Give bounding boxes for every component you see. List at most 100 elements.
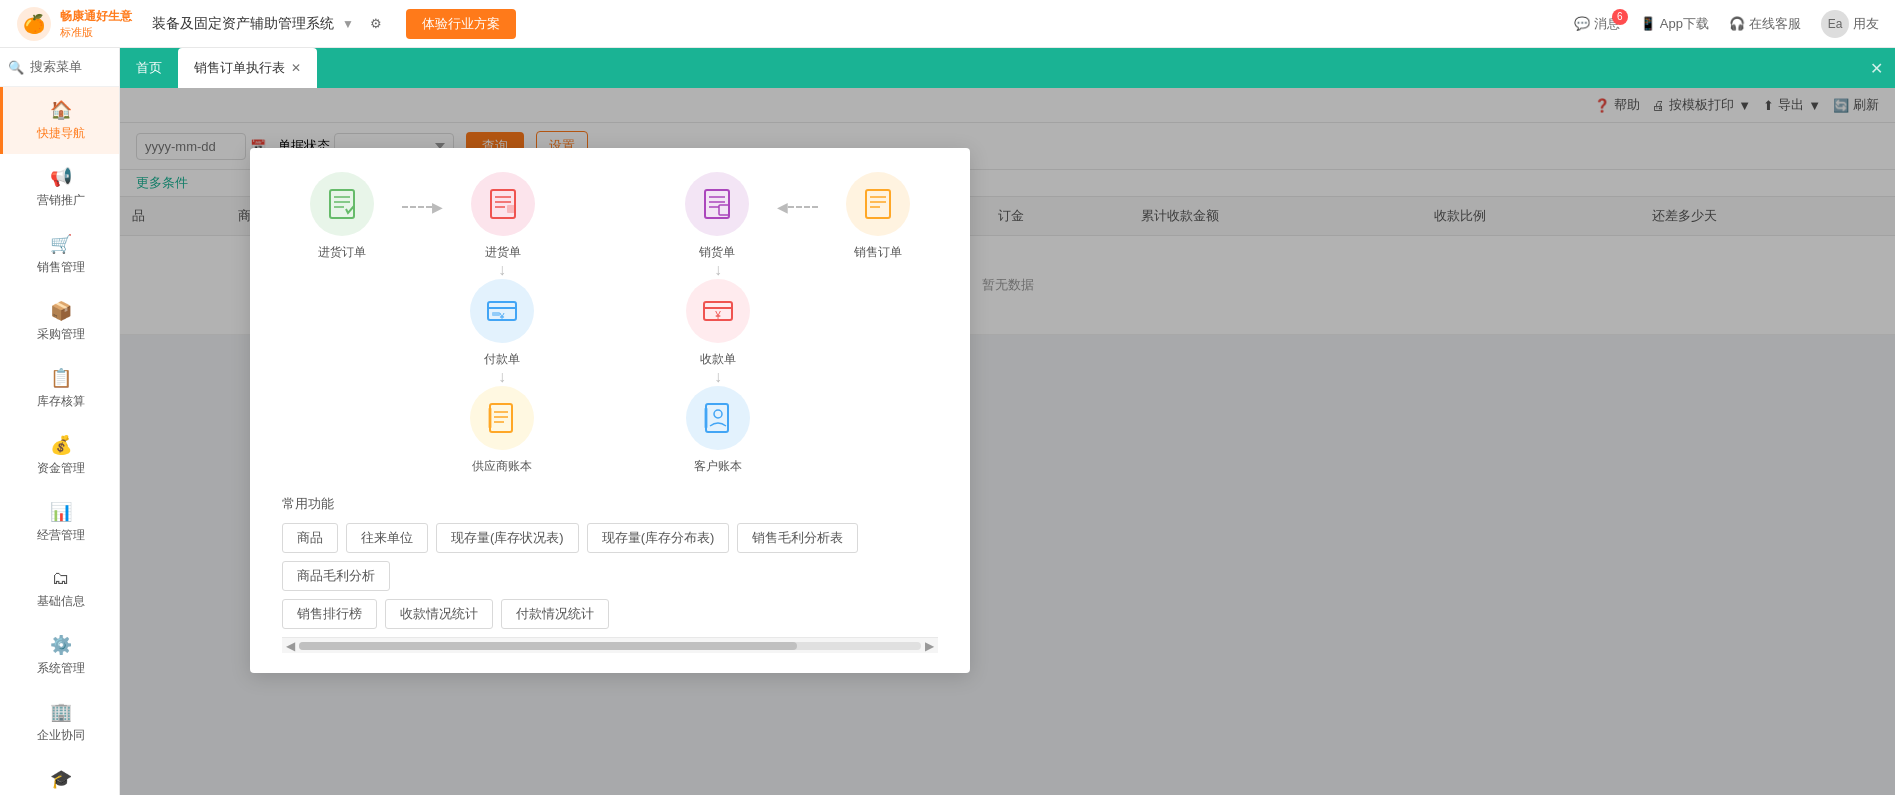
tab-home[interactable]: 首页 xyxy=(120,48,178,88)
purchase-bill-svg xyxy=(485,186,521,222)
search-icon: 🔍 xyxy=(8,60,24,75)
spacer-flex2 xyxy=(562,368,658,386)
sidebar-item-guide[interactable]: 🎓 新手引导 xyxy=(0,756,119,795)
modal-overlay[interactable]: 进货订单 ▶ xyxy=(120,88,1895,795)
flow-item-receipt[interactable]: ¥ 收款单 xyxy=(658,279,778,368)
svg-point-34 xyxy=(714,410,722,418)
spacer-e2 xyxy=(818,368,938,386)
func-btn-sales-profit[interactable]: 销售毛利分析表 xyxy=(737,523,858,553)
arrow-right-1: ▶ xyxy=(402,199,443,235)
purchase-icon: 📦 xyxy=(50,300,72,322)
payment-icon-circle: ¥ xyxy=(470,279,534,343)
tab-bar: 首页 销售订单执行表 ✕ ✕ xyxy=(120,48,1895,88)
purchase-order-svg xyxy=(324,186,360,222)
message-badge: 6 xyxy=(1612,9,1628,25)
sales-bill-label: 销货单 xyxy=(699,244,735,261)
sidebar-item-quick-nav[interactable]: 🏠 快捷导航 xyxy=(0,87,119,154)
sales-icon: 🛒 xyxy=(50,233,72,255)
spacer-r2 xyxy=(778,368,818,386)
avatar: Ea xyxy=(1821,10,1849,38)
spacer-flex xyxy=(562,261,658,279)
header-right: 💬 消息 6 📱 App下载 🎧 在线客服 Ea 用友 xyxy=(1574,10,1879,38)
content-area: 首页 销售订单执行表 ✕ ✕ ❓ 帮助 🖨 按模板打印 ▼ xyxy=(120,48,1895,795)
sidebar-item-system[interactable]: ⚙️ 系统管理 xyxy=(0,622,119,689)
marketing-icon: 📢 xyxy=(50,166,72,188)
sidebar-item-finance[interactable]: 💰 资金管理 xyxy=(0,422,119,489)
func-buttons-row-1: 商品 往来单位 现存量(库存状况表) 现存量(库存分布表) 销售毛利分析表 商品… xyxy=(282,523,938,591)
flow-item-supplier-ledger[interactable]: 供应商账本 xyxy=(442,386,562,475)
spacer-left xyxy=(282,261,402,279)
user-area[interactable]: Ea 用友 xyxy=(1821,10,1879,38)
quick-nav-icon: 🏠 xyxy=(50,99,72,121)
func-btn-receipt-stats[interactable]: 收款情况统计 xyxy=(385,599,493,629)
flow-item-purchase-bill[interactable]: 进货单 xyxy=(443,172,563,261)
message-button[interactable]: 💬 消息 6 xyxy=(1574,15,1620,33)
flow-item-sales-order[interactable]: 销售订单 xyxy=(818,172,938,261)
trial-button[interactable]: 体验行业方案 xyxy=(406,9,516,39)
system-name-text: 装备及固定资产辅助管理系统 xyxy=(152,15,334,33)
spacer-l2 xyxy=(282,368,402,386)
svg-rect-15 xyxy=(719,205,729,215)
sidebar-item-label: 资金管理 xyxy=(37,460,85,477)
logo-icon: 🍊 xyxy=(16,6,52,42)
func-buttons-row-2: 销售排行榜 收款情况统计 付款情况统计 xyxy=(282,599,938,629)
sidebar-item-label: 经营管理 xyxy=(37,527,85,544)
modal-scrollbar[interactable]: ◀ ▶ xyxy=(282,637,938,653)
func-btn-product-profit[interactable]: 商品毛利分析 xyxy=(282,561,390,591)
sidebar-item-marketing[interactable]: 📢 营销推广 xyxy=(0,154,119,221)
flow-row-3: 供应商账本 xyxy=(282,386,938,475)
scroll-track[interactable] xyxy=(299,642,921,650)
flow-item-purchase-order[interactable]: 进货订单 xyxy=(282,172,402,261)
sidebar-item-purchase[interactable]: 📦 采购管理 xyxy=(0,288,119,355)
arrow-down-sales: ↓ xyxy=(658,261,778,279)
sidebar-item-basic-info[interactable]: 🗂 基础信息 xyxy=(0,556,119,622)
spacer-right xyxy=(778,261,818,279)
purchase-bill-label: 进货单 xyxy=(485,244,521,261)
svg-text:🍊: 🍊 xyxy=(23,13,46,35)
scroll-thumb xyxy=(299,642,797,650)
func-btn-product[interactable]: 商品 xyxy=(282,523,338,553)
scroll-right-arrow[interactable]: ▶ xyxy=(925,639,934,653)
scroll-left-arrow[interactable]: ◀ xyxy=(286,639,295,653)
flow-row-1: 进货订单 ▶ xyxy=(282,172,938,261)
purchase-bill-icon-circle xyxy=(471,172,535,236)
system-icon: ⚙️ xyxy=(50,634,72,656)
svg-text:¥: ¥ xyxy=(498,311,505,321)
flow-item-customer-ledger[interactable]: 客户账本 xyxy=(658,386,778,475)
tab-close-icon[interactable]: ✕ xyxy=(291,61,301,75)
modal-box: 进货订单 ▶ xyxy=(250,148,970,673)
sales-order-label: 销售订单 xyxy=(854,244,902,261)
func-btn-partner[interactable]: 往来单位 xyxy=(346,523,428,553)
logo-area: 🍊 畅康通好生意 标准版 xyxy=(16,6,136,42)
sidebar-item-enterprise[interactable]: 🏢 企业协同 xyxy=(0,689,119,756)
headset-icon: 🎧 xyxy=(1729,16,1745,31)
sales-order-tab-label: 销售订单执行表 xyxy=(194,59,285,77)
tab-bar-close-button[interactable]: ✕ xyxy=(1870,59,1895,78)
sidebar-item-label: 基础信息 xyxy=(37,593,85,610)
func-btn-stock-dist[interactable]: 现存量(库存分布表) xyxy=(587,523,730,553)
sidebar-item-sales[interactable]: 🛒 销售管理 xyxy=(0,221,119,288)
online-service-button[interactable]: 🎧 在线客服 xyxy=(1729,15,1801,33)
supplier-ledger-icon-circle xyxy=(470,386,534,450)
settings-icon[interactable]: ⚙ xyxy=(362,10,390,38)
tab-sales-order[interactable]: 销售订单执行表 ✕ xyxy=(178,48,317,88)
app-download-button[interactable]: 📱 App下载 xyxy=(1640,15,1709,33)
svg-rect-16 xyxy=(866,190,890,218)
svg-rect-27 xyxy=(490,404,512,432)
search-label: 搜索菜单 xyxy=(30,58,82,76)
func-btn-payment-stats[interactable]: 付款情况统计 xyxy=(501,599,609,629)
top-header: 🍊 畅康通好生意 标准版 装备及固定资产辅助管理系统 ▼ ⚙ 体验行业方案 💬 … xyxy=(0,0,1895,48)
sidebar-item-operations[interactable]: 📊 经营管理 xyxy=(0,489,119,556)
arrow-down-purchase: ↓ xyxy=(442,261,562,279)
arrow-down-payment: ↓ xyxy=(442,368,562,386)
sidebar-item-inventory[interactable]: 📋 库存核算 xyxy=(0,355,119,422)
dropdown-arrow-icon[interactable]: ▼ xyxy=(342,17,354,31)
sidebar-search[interactable]: 🔍 搜索菜单 xyxy=(0,48,119,87)
func-btn-stock-status[interactable]: 现存量(库存状况表) xyxy=(436,523,579,553)
message-icon: 💬 xyxy=(1574,16,1590,31)
customer-ledger-svg xyxy=(700,400,736,436)
flow-item-sales-bill[interactable]: 销货单 xyxy=(657,172,777,261)
flow-item-payment[interactable]: ¥ 付款单 xyxy=(442,279,562,368)
func-btn-sales-rank[interactable]: 销售排行榜 xyxy=(282,599,377,629)
sales-order-svg xyxy=(860,186,896,222)
